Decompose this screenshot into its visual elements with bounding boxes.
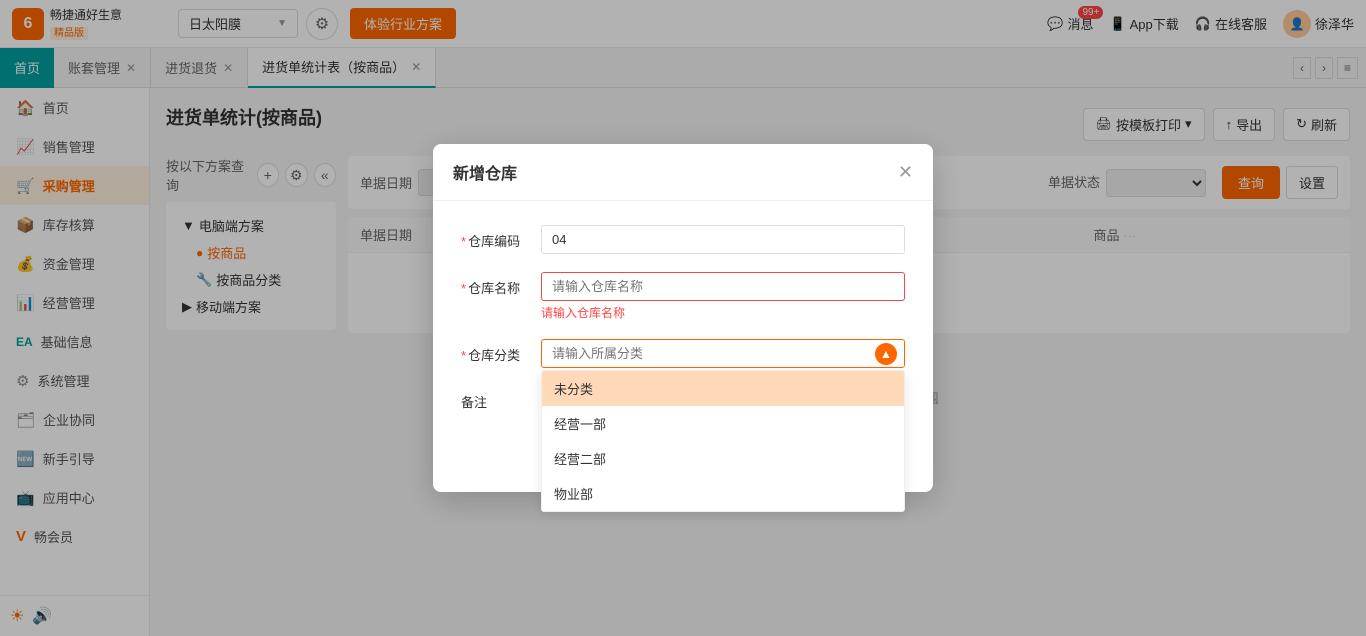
name-control: 请输入仓库名称	[541, 272, 905, 321]
category-dropdown: 未分类 经营一部 经营二部 物业部	[541, 370, 905, 512]
dropdown-item-0[interactable]: 未分类	[542, 371, 904, 406]
modal-title: 新增仓库	[453, 160, 517, 184]
name-label: 仓库名称	[461, 272, 541, 297]
modal-close-btn[interactable]: ✕	[898, 163, 913, 181]
modal-body: 仓库编码 仓库名称 请输入仓库名称 仓库分类 ▲	[433, 201, 933, 415]
category-dropdown-btn[interactable]: ▲	[875, 343, 897, 365]
new-warehouse-modal: 新增仓库 ✕ 仓库编码 仓库名称 请输入仓库名称 仓库分类	[433, 144, 933, 492]
modal-overlay: 新增仓库 ✕ 仓库编码 仓库名称 请输入仓库名称 仓库分类	[0, 0, 1366, 636]
dropdown-item-1[interactable]: 经营一部	[542, 406, 904, 441]
dropdown-item-3[interactable]: 物业部	[542, 476, 904, 511]
notes-label: 备注	[461, 386, 541, 411]
category-field-row: 仓库分类 ▲ 未分类 经营一部 经营二部 物业部	[461, 339, 905, 368]
name-field-row: 仓库名称 请输入仓库名称	[461, 272, 905, 321]
code-field-row: 仓库编码	[461, 225, 905, 254]
category-input[interactable]	[541, 339, 905, 368]
code-input[interactable]	[541, 225, 905, 254]
dropdown-item-2[interactable]: 经营二部	[542, 441, 904, 476]
name-error-msg: 请输入仓库名称	[541, 304, 905, 321]
modal-header: 新增仓库 ✕	[433, 144, 933, 201]
name-input[interactable]	[541, 272, 905, 301]
category-control: ▲ 未分类 经营一部 经营二部 物业部	[541, 339, 905, 368]
code-control	[541, 225, 905, 254]
code-label: 仓库编码	[461, 225, 541, 250]
category-label: 仓库分类	[461, 339, 541, 364]
